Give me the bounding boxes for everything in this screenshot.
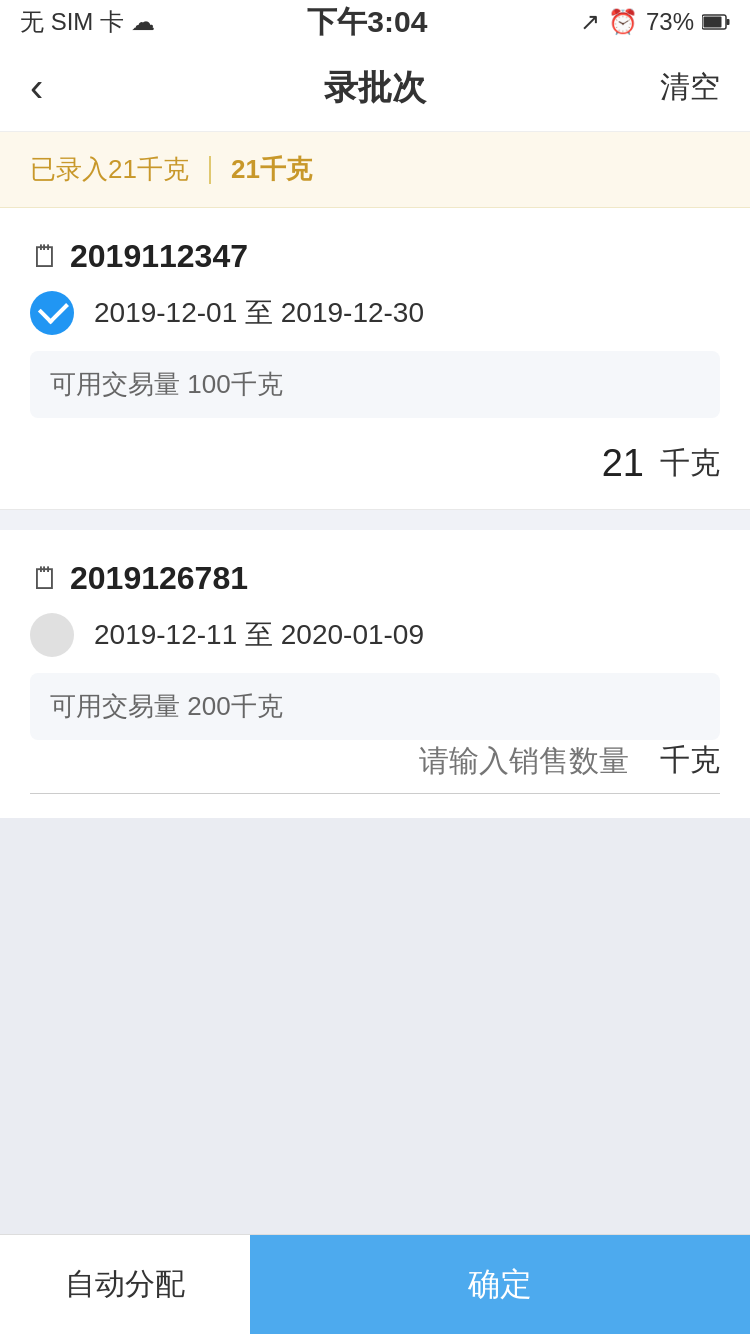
batch-2-quantity-input[interactable] xyxy=(30,744,644,778)
status-left: 无 SIM 卡 ☁ xyxy=(20,6,155,38)
svg-rect-1 xyxy=(726,19,729,25)
batch-2-availability: 可用交易量 200千克 xyxy=(30,673,720,740)
batch-item-2: 🗒 2019126781 2019-12-11 至 2020-01-09 可用交… xyxy=(0,530,750,818)
batch-1-quantity-row: 21 千克 xyxy=(0,418,750,510)
bottom-area xyxy=(0,818,750,1238)
doc-icon-2: 🗒 xyxy=(30,562,60,596)
status-right: ↗ ⏰ 73% xyxy=(580,8,730,36)
batch-2-input-inner: 千克 xyxy=(30,740,720,794)
batch-item-1: 🗒 2019112347 2019-12-01 至 2019-12-30 可用交… xyxy=(0,208,750,510)
summary-divider xyxy=(209,156,211,184)
batch-1-availability-text: 可用交易量 100千克 xyxy=(50,369,283,399)
auto-distribute-button[interactable]: 自动分配 xyxy=(0,1235,250,1334)
doc-icon-1: 🗒 xyxy=(30,240,60,274)
batch-2-header: 🗒 2019126781 xyxy=(30,560,720,597)
battery-icon xyxy=(702,8,730,36)
batch-2-date-row: 2019-12-11 至 2020-01-09 xyxy=(30,613,720,657)
summary-entered: 已录入21千克 xyxy=(30,152,189,187)
batch-2-date: 2019-12-11 至 2020-01-09 xyxy=(94,616,424,654)
confirm-button[interactable]: 确定 xyxy=(250,1235,750,1334)
status-time: 下午3:04 xyxy=(307,2,427,43)
batch-1-date: 2019-12-01 至 2019-12-30 xyxy=(94,294,424,332)
battery-text: 73% xyxy=(646,8,694,36)
location-icon: ↗ xyxy=(580,8,600,36)
summary-total: 21千克 xyxy=(231,152,312,187)
batch-1-date-row: 2019-12-01 至 2019-12-30 xyxy=(30,291,720,335)
section-separator-1 xyxy=(0,510,750,530)
no-sim-text: 无 SIM 卡 ☁ xyxy=(20,6,155,38)
batch-1-checkbox[interactable] xyxy=(30,291,74,335)
batch-2-quantity-unit: 千克 xyxy=(660,740,720,781)
alarm-icon: ⏰ xyxy=(608,8,638,36)
batch-1-header: 🗒 2019112347 xyxy=(30,238,720,275)
batch-1-quantity-unit: 千克 xyxy=(660,443,720,484)
batch-1-availability: 可用交易量 100千克 xyxy=(30,351,720,418)
summary-banner: 已录入21千克 21千克 xyxy=(0,132,750,208)
status-bar: 无 SIM 卡 ☁ 下午3:04 ↗ ⏰ 73% xyxy=(0,0,750,44)
batch-2-id: 2019126781 xyxy=(70,560,248,597)
batch-2-input-wrapper: 千克 xyxy=(0,740,750,818)
svg-rect-2 xyxy=(703,17,721,28)
batch-2-checkbox[interactable] xyxy=(30,613,74,657)
page-title: 录批次 xyxy=(324,65,426,111)
batch-1-id: 2019112347 xyxy=(70,238,248,275)
bottom-bar: 自动分配 确定 xyxy=(0,1234,750,1334)
clear-button[interactable]: 清空 xyxy=(640,67,720,108)
batch-1-quantity-value: 21 xyxy=(602,442,644,485)
back-button[interactable]: ‹ xyxy=(30,65,110,110)
batch-2-availability-text: 可用交易量 200千克 xyxy=(50,691,283,721)
nav-bar: ‹ 录批次 清空 xyxy=(0,44,750,132)
